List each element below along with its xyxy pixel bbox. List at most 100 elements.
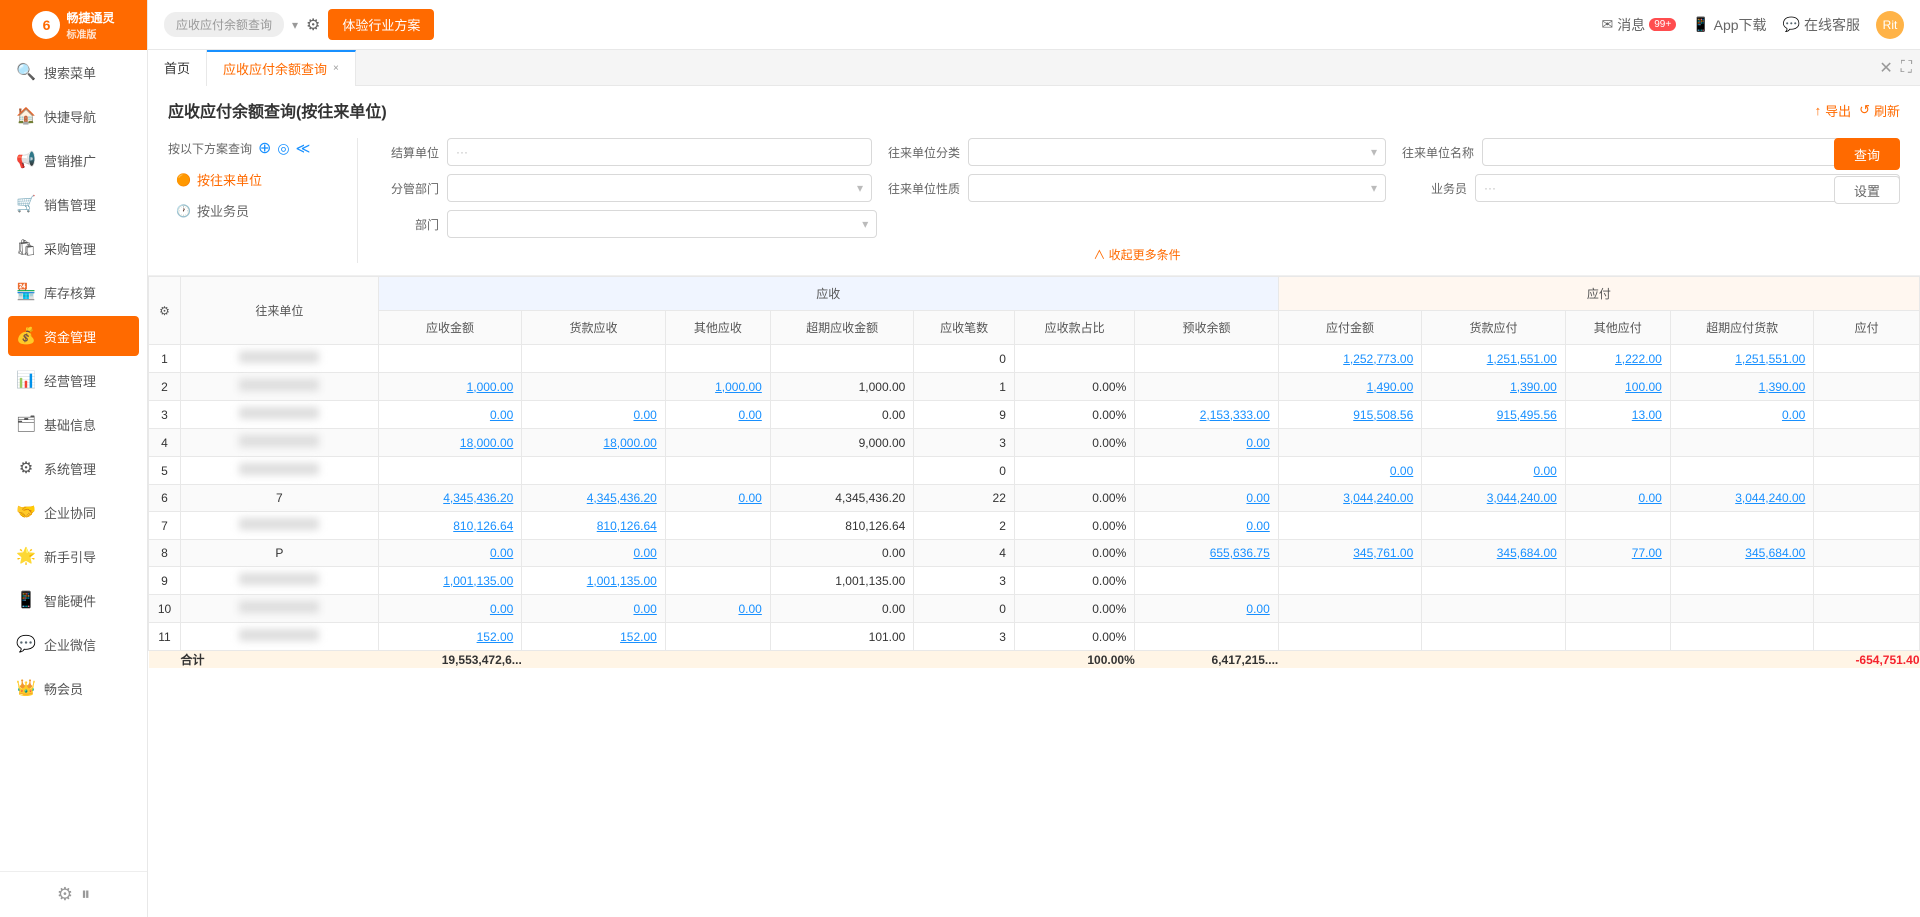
row-pay-other	[1565, 623, 1670, 651]
filter-jiesuan: 结算单位 ···	[374, 138, 872, 166]
row-recv-goods: 810,126.64	[522, 512, 666, 540]
th-settings[interactable]: ⚙	[149, 277, 181, 345]
sidebar-item-purchase[interactable]: 🛍采购管理	[0, 226, 147, 270]
tab-active-label: 应收应付余额查询	[223, 59, 327, 78]
settings-icon[interactable]: ⚙	[57, 884, 73, 905]
sidebar-item-finance[interactable]: 💰资金管理	[8, 316, 139, 356]
edition-badge: 标准版	[66, 26, 114, 41]
dept-input[interactable]: ▾	[447, 210, 877, 238]
row-pay-other: 0.00	[1565, 485, 1670, 512]
table-row: 9 1,001,135.00 1,001,135.00 1,001,135.00…	[149, 567, 1920, 595]
filter-partner-name: 往来单位名称	[1402, 138, 1900, 166]
sidebar-item-member[interactable]: 👑畅会员	[0, 666, 147, 710]
tab-expand[interactable]: ⛶	[1901, 59, 1912, 77]
row-pay-remain	[1814, 623, 1920, 651]
partner-category-input[interactable]: ▾	[968, 138, 1386, 166]
total-empty6	[1278, 651, 1422, 669]
sidebar-item-hardware[interactable]: 📱智能硬件	[0, 578, 147, 622]
row-recv-ratio: 0.00%	[1014, 373, 1134, 401]
row-pay-remain	[1814, 595, 1920, 623]
sidebar-item-shortcut[interactable]: 🏠快捷导航	[0, 94, 147, 138]
row-pay-amount: 1,490.00	[1278, 373, 1422, 401]
row-index: 9	[149, 567, 181, 595]
partner-name-label: 往来单位名称	[1402, 144, 1474, 161]
table-row: 1 0 1,252,773.00 1,251,551.00 1,222.00 1…	[149, 345, 1920, 373]
table-settings-icon[interactable]: ⚙	[159, 304, 170, 318]
dept-manager-input[interactable]: ▾	[447, 174, 872, 202]
add-scheme-icon[interactable]: ⊕	[258, 138, 271, 158]
row-pay-amount: 0.00	[1278, 457, 1422, 485]
collapse-icon[interactable]: ⏸	[81, 884, 90, 905]
refresh-button[interactable]: ↺ 刷新	[1859, 101, 1900, 120]
sidebar-item-system[interactable]: ⚙系统管理	[0, 446, 147, 490]
solution-button[interactable]: 体验行业方案	[328, 9, 434, 40]
row-index: 2	[149, 373, 181, 401]
row-recv-amount: 152.00	[378, 623, 522, 651]
search-icon: 🔍	[16, 62, 36, 82]
partner-nature-input[interactable]: ▾	[968, 174, 1386, 202]
row-index: 1	[149, 345, 181, 373]
export-icon: ↑	[1815, 103, 1822, 118]
tab-close-button[interactable]: ×	[333, 63, 339, 74]
row-pay-amount: 3,044,240.00	[1278, 485, 1422, 512]
jiesuan-input[interactable]: ···	[447, 138, 872, 166]
message-icon-container[interactable]: ✉ 消息 99+	[1602, 15, 1677, 35]
scheme-option-partner[interactable]: 🟠 按往来单位	[168, 166, 345, 193]
online-service-container[interactable]: 💬 在线客服	[1783, 15, 1860, 35]
row-pay-remain	[1814, 373, 1920, 401]
row-pay-overdue: 3,044,240.00	[1670, 485, 1814, 512]
shortcut-icon: 🏠	[16, 106, 36, 126]
row-recv-other: 0.00	[665, 401, 770, 429]
settings-scheme-icon[interactable]: ◎	[277, 140, 289, 157]
sidebar-item-guide[interactable]: 🌟新手引导	[0, 534, 147, 578]
sidebar-item-operation[interactable]: 📊经营管理	[0, 358, 147, 402]
row-recv-overdue: 9,000.00	[770, 429, 914, 457]
row-recv-count: 0	[914, 345, 1015, 373]
sidebar-footer[interactable]: ⚙ ⏸	[0, 871, 147, 917]
inventory-icon: 🏪	[16, 282, 36, 302]
row-partner	[181, 512, 379, 540]
row-pay-amount	[1278, 429, 1422, 457]
row-recv-other: 0.00	[665, 595, 770, 623]
th-recv-other: 其他应收	[665, 311, 770, 345]
topbar-gear-icon[interactable]: ⚙	[306, 15, 320, 35]
app-download-container[interactable]: 📱 App下载	[1692, 15, 1766, 35]
th-pay-other: 其他应付	[1565, 311, 1670, 345]
filter-label: 按以下方案查询	[168, 140, 252, 157]
row-pay-remain	[1814, 485, 1920, 512]
tab-active[interactable]: 应收应付余额查询 ×	[207, 50, 356, 86]
export-button[interactable]: ↑ 导出	[1815, 101, 1852, 120]
user-info[interactable]: Rit	[1876, 11, 1904, 39]
row-pay-amount: 345,761.00	[1278, 540, 1422, 567]
settings-button[interactable]: 设置	[1834, 176, 1900, 204]
sales-icon: 🛒	[16, 194, 36, 214]
scheme-option-salesman[interactable]: 🕐 按业务员	[168, 197, 345, 224]
sidebar-item-sales[interactable]: 🛒销售管理	[0, 182, 147, 226]
message-icon: ✉	[1602, 16, 1614, 33]
sidebar-item-search[interactable]: 🔍搜索菜单	[0, 50, 147, 94]
tab-home[interactable]: 首页	[148, 50, 207, 86]
scheme-selector: 按以下方案查询 ⊕ ◎ ≪ 🟠 按往来单位 🕐 按业务员	[168, 138, 358, 263]
sidebar-item-wechat[interactable]: 💬企业微信	[0, 622, 147, 666]
filter-collapse[interactable]: ∧ 收起更多条件	[374, 246, 1900, 263]
row-pay-amount: 915,508.56	[1278, 401, 1422, 429]
sidebar-item-label: 营销推广	[44, 151, 96, 170]
sidebar-item-inventory[interactable]: 🏪库存核算	[0, 270, 147, 314]
sidebar-item-corp[interactable]: 🤝企业协同	[0, 490, 147, 534]
topbar-dropdown-icon[interactable]: ▾	[292, 18, 298, 32]
query-button[interactable]: 查询	[1834, 138, 1900, 170]
row-recv-prepay: 2,153,333.00	[1135, 401, 1279, 429]
tab-close-window[interactable]: ✕	[1879, 58, 1892, 78]
row-pay-goods	[1422, 429, 1566, 457]
row-recv-overdue	[770, 457, 914, 485]
row-pay-overdue: 1,251,551.00	[1670, 345, 1814, 373]
sidebar-item-marketing[interactable]: 📢营销推广	[0, 138, 147, 182]
filter-row-2: 分管部门 ▾ 往来单位性质 ▾	[374, 174, 1900, 202]
sidebar-item-basic[interactable]: 🗂基础信息	[0, 402, 147, 446]
row-pay-other	[1565, 595, 1670, 623]
partner-category-arrow: ▾	[1371, 145, 1377, 159]
total-empty5	[914, 651, 1015, 669]
row-recv-overdue: 1,000.00	[770, 373, 914, 401]
row-pay-goods: 915,495.56	[1422, 401, 1566, 429]
collapse-scheme-icon[interactable]: ≪	[296, 140, 311, 157]
